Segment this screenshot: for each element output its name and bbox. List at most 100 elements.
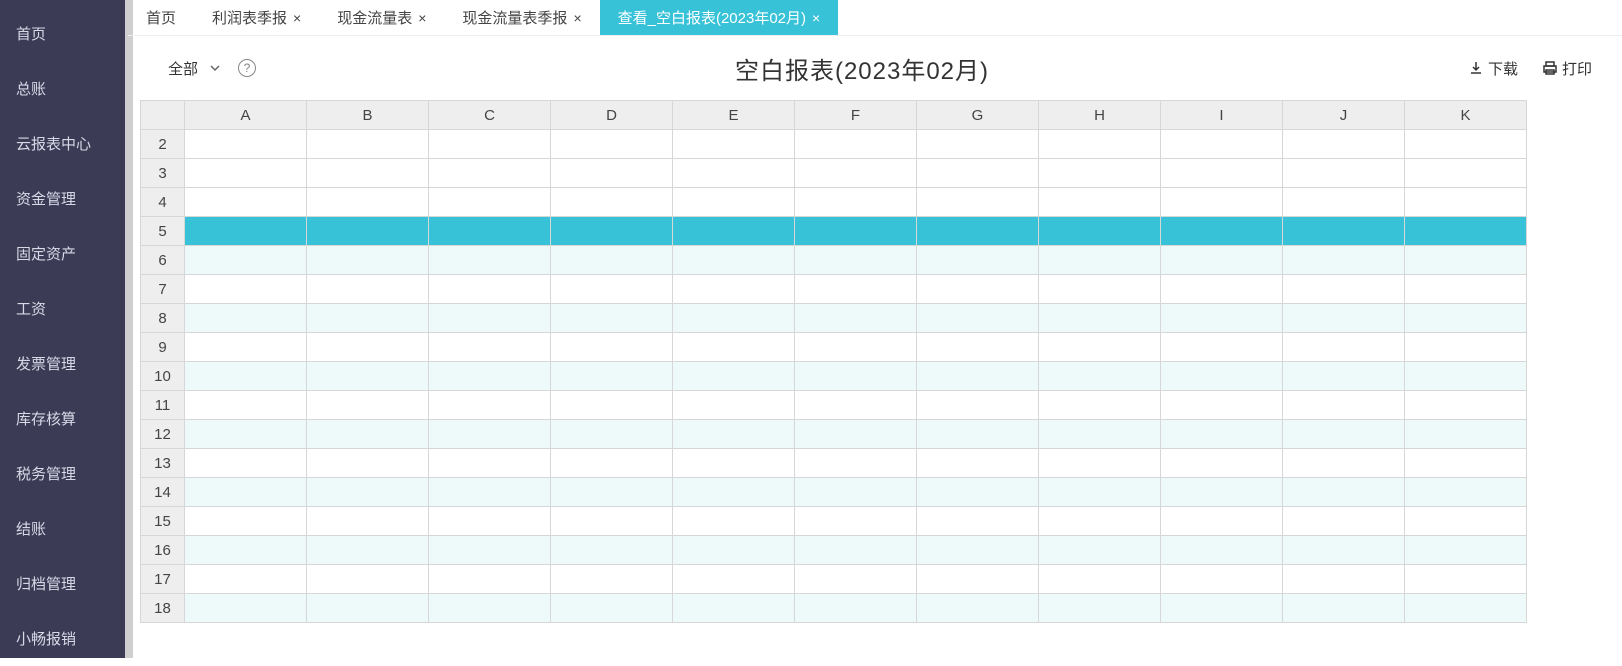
cell-B13[interactable] bbox=[307, 449, 429, 478]
sidebar-item-9[interactable]: 结账 bbox=[0, 501, 128, 556]
cell-G8[interactable] bbox=[917, 304, 1039, 333]
cell-D10[interactable] bbox=[551, 362, 673, 391]
cell-B4[interactable] bbox=[307, 188, 429, 217]
cell-B16[interactable] bbox=[307, 536, 429, 565]
cell-F10[interactable] bbox=[795, 362, 917, 391]
cell-K18[interactable] bbox=[1405, 594, 1527, 623]
cell-C2[interactable] bbox=[429, 130, 551, 159]
cell-K6[interactable] bbox=[1405, 246, 1527, 275]
cell-E9[interactable] bbox=[673, 333, 795, 362]
col-header-E[interactable]: E bbox=[673, 101, 795, 130]
sidebar-item-5[interactable]: 工资 bbox=[0, 281, 128, 336]
cell-H15[interactable] bbox=[1039, 507, 1161, 536]
cell-J9[interactable] bbox=[1283, 333, 1405, 362]
cell-I12[interactable] bbox=[1161, 420, 1283, 449]
cell-D11[interactable] bbox=[551, 391, 673, 420]
cell-A4[interactable] bbox=[185, 188, 307, 217]
cell-C13[interactable] bbox=[429, 449, 551, 478]
col-header-J[interactable]: J bbox=[1283, 101, 1405, 130]
cell-E11[interactable] bbox=[673, 391, 795, 420]
cell-I18[interactable] bbox=[1161, 594, 1283, 623]
col-header-I[interactable]: I bbox=[1161, 101, 1283, 130]
cell-K8[interactable] bbox=[1405, 304, 1527, 333]
cell-I3[interactable] bbox=[1161, 159, 1283, 188]
cell-F16[interactable] bbox=[795, 536, 917, 565]
cell-F8[interactable] bbox=[795, 304, 917, 333]
cell-F5[interactable] bbox=[795, 217, 917, 246]
cell-E18[interactable] bbox=[673, 594, 795, 623]
cell-E2[interactable] bbox=[673, 130, 795, 159]
cell-H11[interactable] bbox=[1039, 391, 1161, 420]
cell-G16[interactable] bbox=[917, 536, 1039, 565]
cell-F14[interactable] bbox=[795, 478, 917, 507]
cell-K17[interactable] bbox=[1405, 565, 1527, 594]
cell-D16[interactable] bbox=[551, 536, 673, 565]
cell-F17[interactable] bbox=[795, 565, 917, 594]
cell-A14[interactable] bbox=[185, 478, 307, 507]
cell-A11[interactable] bbox=[185, 391, 307, 420]
cell-F2[interactable] bbox=[795, 130, 917, 159]
cell-D5[interactable] bbox=[551, 217, 673, 246]
help-icon[interactable]: ? bbox=[238, 59, 256, 77]
cell-G7[interactable] bbox=[917, 275, 1039, 304]
row-header-2[interactable]: 2 bbox=[141, 130, 185, 159]
cell-A2[interactable] bbox=[185, 130, 307, 159]
sidebar-item-4[interactable]: 固定资产 bbox=[0, 226, 128, 281]
cell-C8[interactable] bbox=[429, 304, 551, 333]
cell-I11[interactable] bbox=[1161, 391, 1283, 420]
cell-J2[interactable] bbox=[1283, 130, 1405, 159]
close-icon[interactable]: × bbox=[812, 11, 820, 25]
cell-G13[interactable] bbox=[917, 449, 1039, 478]
row-header-17[interactable]: 17 bbox=[141, 565, 185, 594]
cell-I2[interactable] bbox=[1161, 130, 1283, 159]
row-header-11[interactable]: 11 bbox=[141, 391, 185, 420]
cell-C18[interactable] bbox=[429, 594, 551, 623]
cell-G17[interactable] bbox=[917, 565, 1039, 594]
tab-0[interactable]: 首页 bbox=[128, 0, 194, 35]
cell-F6[interactable] bbox=[795, 246, 917, 275]
cell-I13[interactable] bbox=[1161, 449, 1283, 478]
cell-G18[interactable] bbox=[917, 594, 1039, 623]
cell-B11[interactable] bbox=[307, 391, 429, 420]
cell-I10[interactable] bbox=[1161, 362, 1283, 391]
cell-E16[interactable] bbox=[673, 536, 795, 565]
row-header-3[interactable]: 3 bbox=[141, 159, 185, 188]
cell-B14[interactable] bbox=[307, 478, 429, 507]
cell-F12[interactable] bbox=[795, 420, 917, 449]
cell-J12[interactable] bbox=[1283, 420, 1405, 449]
cell-I15[interactable] bbox=[1161, 507, 1283, 536]
row-header-7[interactable]: 7 bbox=[141, 275, 185, 304]
chevron-down-icon[interactable] bbox=[208, 61, 222, 75]
cell-D14[interactable] bbox=[551, 478, 673, 507]
cell-D9[interactable] bbox=[551, 333, 673, 362]
cell-G6[interactable] bbox=[917, 246, 1039, 275]
cell-I16[interactable] bbox=[1161, 536, 1283, 565]
cell-J7[interactable] bbox=[1283, 275, 1405, 304]
row-header-14[interactable]: 14 bbox=[141, 478, 185, 507]
cell-D6[interactable] bbox=[551, 246, 673, 275]
cell-F3[interactable] bbox=[795, 159, 917, 188]
cell-C14[interactable] bbox=[429, 478, 551, 507]
cell-K5[interactable] bbox=[1405, 217, 1527, 246]
cell-A7[interactable] bbox=[185, 275, 307, 304]
cell-A10[interactable] bbox=[185, 362, 307, 391]
col-header-A[interactable]: A bbox=[185, 101, 307, 130]
cell-K9[interactable] bbox=[1405, 333, 1527, 362]
cell-D18[interactable] bbox=[551, 594, 673, 623]
cell-E13[interactable] bbox=[673, 449, 795, 478]
cell-J8[interactable] bbox=[1283, 304, 1405, 333]
row-header-16[interactable]: 16 bbox=[141, 536, 185, 565]
row-header-4[interactable]: 4 bbox=[141, 188, 185, 217]
sidebar-item-3[interactable]: 资金管理 bbox=[0, 171, 128, 226]
cell-J5[interactable] bbox=[1283, 217, 1405, 246]
cell-H18[interactable] bbox=[1039, 594, 1161, 623]
cell-A5[interactable] bbox=[185, 217, 307, 246]
cell-K7[interactable] bbox=[1405, 275, 1527, 304]
cell-B10[interactable] bbox=[307, 362, 429, 391]
close-icon[interactable]: × bbox=[418, 11, 426, 25]
cell-H7[interactable] bbox=[1039, 275, 1161, 304]
cell-B5[interactable] bbox=[307, 217, 429, 246]
cell-A13[interactable] bbox=[185, 449, 307, 478]
cell-D13[interactable] bbox=[551, 449, 673, 478]
cell-B12[interactable] bbox=[307, 420, 429, 449]
